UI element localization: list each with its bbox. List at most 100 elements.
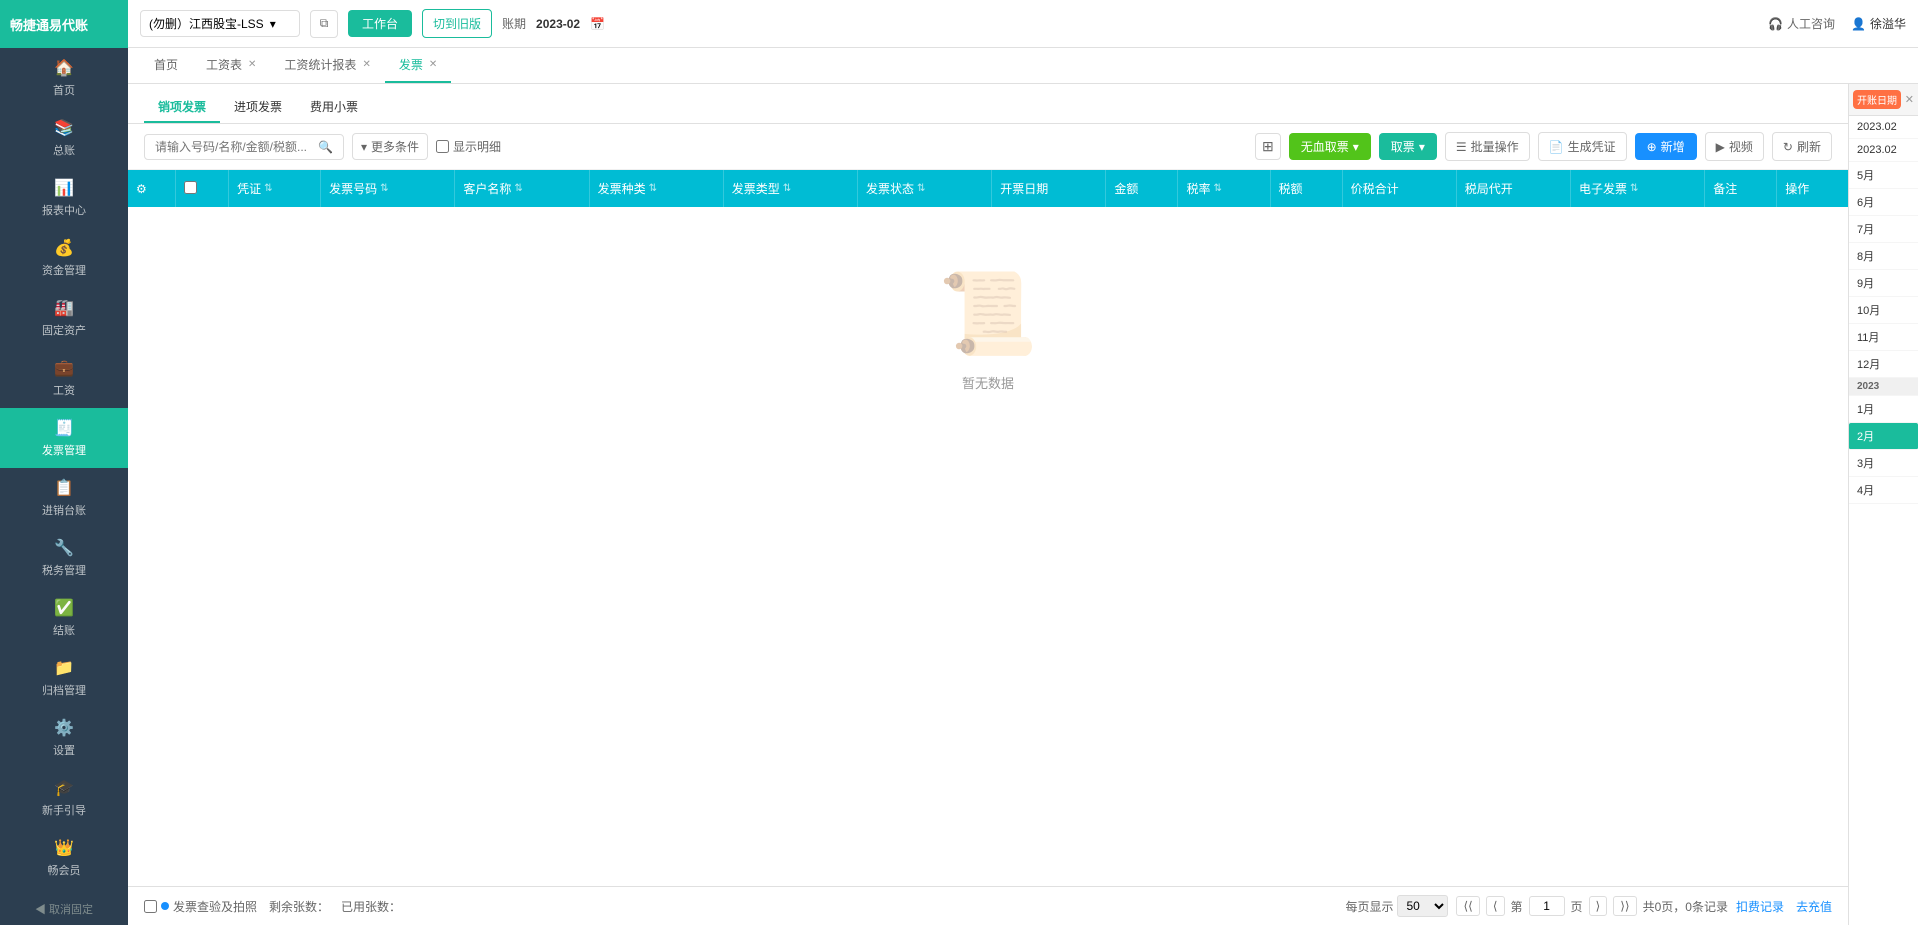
col-税率[interactable]: 税率⇅	[1178, 170, 1270, 207]
content-area: 销项发票进项发票费用小票 🔍 ▾ 更多条件	[128, 84, 1918, 925]
sidebar-label-资金管理: 资金管理	[42, 262, 86, 278]
show-detail-checkbox[interactable]	[436, 140, 449, 153]
take-ticket-btn[interactable]: 取票 ▾	[1379, 133, 1437, 160]
search-icon[interactable]: 🔍	[318, 140, 333, 154]
copy-button[interactable]: ⧉	[310, 10, 338, 38]
tab-close-工资表[interactable]: ✕	[248, 59, 256, 70]
col-电子发票[interactable]: 电子发票⇅	[1570, 170, 1704, 207]
grid-view-icon[interactable]: ⊞	[1255, 133, 1281, 160]
sidebar-item-税务管理[interactable]: 🔧 税务管理	[0, 528, 128, 588]
sidebar-item-归档管理[interactable]: 📁 归档管理	[0, 648, 128, 708]
dropdown-icon: ▾	[1419, 140, 1425, 154]
date-entries: 2023.022023.025月6月7月8月9月10月11月12月20231月2…	[1849, 116, 1918, 504]
tab-close-工资统计报表[interactable]: ✕	[362, 59, 370, 70]
recharge-link[interactable]: 去充值	[1796, 898, 1832, 915]
date-entry-4月-14[interactable]: 4月	[1849, 477, 1918, 504]
show-detail-label: 显示明细	[453, 138, 501, 155]
date-entry-2023.02-0[interactable]: 2023.02	[1849, 116, 1918, 139]
date-entry-7月-4[interactable]: 7月	[1849, 216, 1918, 243]
sub-tab-销项发票[interactable]: 销项发票	[144, 92, 220, 123]
tab-发票[interactable]: 发票✕	[385, 48, 451, 83]
col-客户名称[interactable]: 客户名称⇅	[455, 170, 589, 207]
footer-left: 发票查验及拍照 剩余张数： 已用张数：	[144, 898, 401, 915]
date-entry-2月-12[interactable]: 2月	[1849, 423, 1918, 450]
per-page-selector: 每页显示 50 100 200	[1345, 895, 1448, 917]
sidebar-item-工资[interactable]: 💼 工资	[0, 348, 128, 408]
sidebar-item-设置[interactable]: ⚙️ 设置	[0, 708, 128, 768]
sidebar-item-畅会员[interactable]: 👑 畅会员	[0, 828, 128, 888]
last-page-btn[interactable]: ⟩⟩	[1613, 896, 1636, 916]
old-version-button[interactable]: 切到旧版	[422, 9, 492, 38]
open-period-btn[interactable]: 开账日期	[1853, 90, 1901, 109]
new-btn[interactable]: ⊕ 新增	[1635, 133, 1697, 160]
date-entry-10月-7[interactable]: 10月	[1849, 297, 1918, 324]
video-btn[interactable]: ▶ 视频	[1705, 132, 1764, 161]
sidebar-item-首页[interactable]: 🏠 首页	[0, 48, 128, 108]
user-name: 徐溢华	[1870, 15, 1906, 32]
refresh-label: 刷新	[1797, 138, 1821, 155]
col-操作: 操作	[1777, 170, 1848, 207]
per-page-select[interactable]: 50 100 200	[1397, 895, 1448, 917]
more-filter-btn[interactable]: ▾ 更多条件	[352, 133, 428, 160]
batch-op-btn[interactable]: ☰ 批量操作	[1445, 132, 1530, 161]
add-account-link[interactable]: 扣费记录	[1736, 898, 1784, 915]
col-发票类型[interactable]: 发票类型⇅	[723, 170, 857, 207]
date-entry-12月-9[interactable]: 12月	[1849, 351, 1918, 378]
select-all-checkbox[interactable]	[184, 181, 197, 194]
next-page-btn[interactable]: ⟩	[1589, 896, 1608, 916]
date-entry-8月-5[interactable]: 8月	[1849, 243, 1918, 270]
sidebar-item-总账[interactable]: 📚 总账	[0, 108, 128, 168]
sidebar-item-新手引导[interactable]: 🎓 新手引导	[0, 768, 128, 828]
show-detail-check[interactable]: 显示明细	[436, 138, 501, 155]
sidebar-collapse-btn[interactable]: ◀ 取消固定	[0, 893, 128, 925]
no-cancel-ticket-btn[interactable]: 无血取票 ▾	[1289, 133, 1371, 160]
invoice-table: ⚙凭证⇅发票号码⇅客户名称⇅发票种类⇅发票类型⇅发票状态⇅开票日期金额税率⇅税额…	[128, 170, 1848, 207]
search-input[interactable]	[155, 140, 314, 154]
empty-icon: 📜	[938, 267, 1038, 361]
sidebar-logo[interactable]: 畅捷通易代账	[0, 0, 128, 48]
company-selector[interactable]: (勿删）江西股宝-LSS ▾	[140, 10, 300, 37]
col-发票种类[interactable]: 发票种类⇅	[589, 170, 723, 207]
date-panel-close[interactable]: ✕	[1905, 93, 1914, 106]
sub-tab-费用小票[interactable]: 费用小票	[296, 92, 372, 123]
customer-service-btn[interactable]: 🎧 人工咨询	[1768, 15, 1835, 32]
page-input[interactable]	[1529, 896, 1565, 916]
date-entry-5月-2[interactable]: 5月	[1849, 162, 1918, 189]
tab-首页[interactable]: 首页	[140, 48, 192, 83]
date-panel: 开账日期 ✕ 2023.022023.025月6月7月8月9月10月11月12月…	[1848, 84, 1918, 925]
calendar-icon[interactable]: 📅	[590, 17, 605, 31]
first-page-btn[interactable]: ⟨⟨	[1456, 896, 1479, 916]
sidebar-item-发票管理[interactable]: 🧾 发票管理	[0, 408, 128, 468]
sidebar-item-进销台账[interactable]: 📋 进销台账	[0, 468, 128, 528]
sub-tab-进项发票[interactable]: 进项发票	[220, 92, 296, 123]
date-entry-9月-6[interactable]: 9月	[1849, 270, 1918, 297]
date-entry-3月-13[interactable]: 3月	[1849, 450, 1918, 477]
date-entry-2023.02-1[interactable]: 2023.02	[1849, 139, 1918, 162]
col-发票状态[interactable]: 发票状态⇅	[858, 170, 992, 207]
prev-page-btn[interactable]: ⟨	[1486, 896, 1505, 916]
date-entry-1月-11[interactable]: 1月	[1849, 396, 1918, 423]
sidebar-item-报表中心[interactable]: 📊 报表中心	[0, 168, 128, 228]
verify-checkbox[interactable]	[144, 900, 157, 913]
sidebar-icon-税务管理: 🔧	[54, 538, 74, 558]
sidebar-item-结账[interactable]: ✅ 结账	[0, 588, 128, 648]
user-avatar[interactable]: 👤 徐溢华	[1851, 15, 1906, 32]
sidebar-item-资金管理[interactable]: 💰 资金管理	[0, 228, 128, 288]
date-entry-11月-8[interactable]: 11月	[1849, 324, 1918, 351]
tab-close-发票[interactable]: ✕	[429, 59, 437, 70]
col-发票号码[interactable]: 发票号码⇅	[321, 170, 455, 207]
period-value: 2023-02	[536, 17, 580, 31]
refresh-btn[interactable]: ↻ 刷新	[1772, 132, 1832, 161]
col-凭证[interactable]: 凭证⇅	[229, 170, 321, 207]
date-entry-6月-3[interactable]: 6月	[1849, 189, 1918, 216]
sidebar-label-归档管理: 归档管理	[42, 682, 86, 698]
tab-工资表[interactable]: 工资表✕	[192, 48, 270, 83]
col-备注: 备注	[1705, 170, 1777, 207]
table-container: ⚙凭证⇅发票号码⇅客户名称⇅发票种类⇅发票类型⇅发票状态⇅开票日期金额税率⇅税额…	[128, 170, 1848, 886]
tab-工资统计报表[interactable]: 工资统计报表✕	[270, 48, 384, 83]
sidebar-item-固定资产[interactable]: 🏭 固定资产	[0, 288, 128, 348]
gen-voucher-btn[interactable]: 📄 生成凭证	[1538, 132, 1627, 161]
sidebar-label-工资: 工资	[53, 382, 75, 398]
workbench-button[interactable]: 工作台	[348, 10, 412, 37]
verify-label-container[interactable]: 发票查验及拍照	[144, 898, 257, 915]
